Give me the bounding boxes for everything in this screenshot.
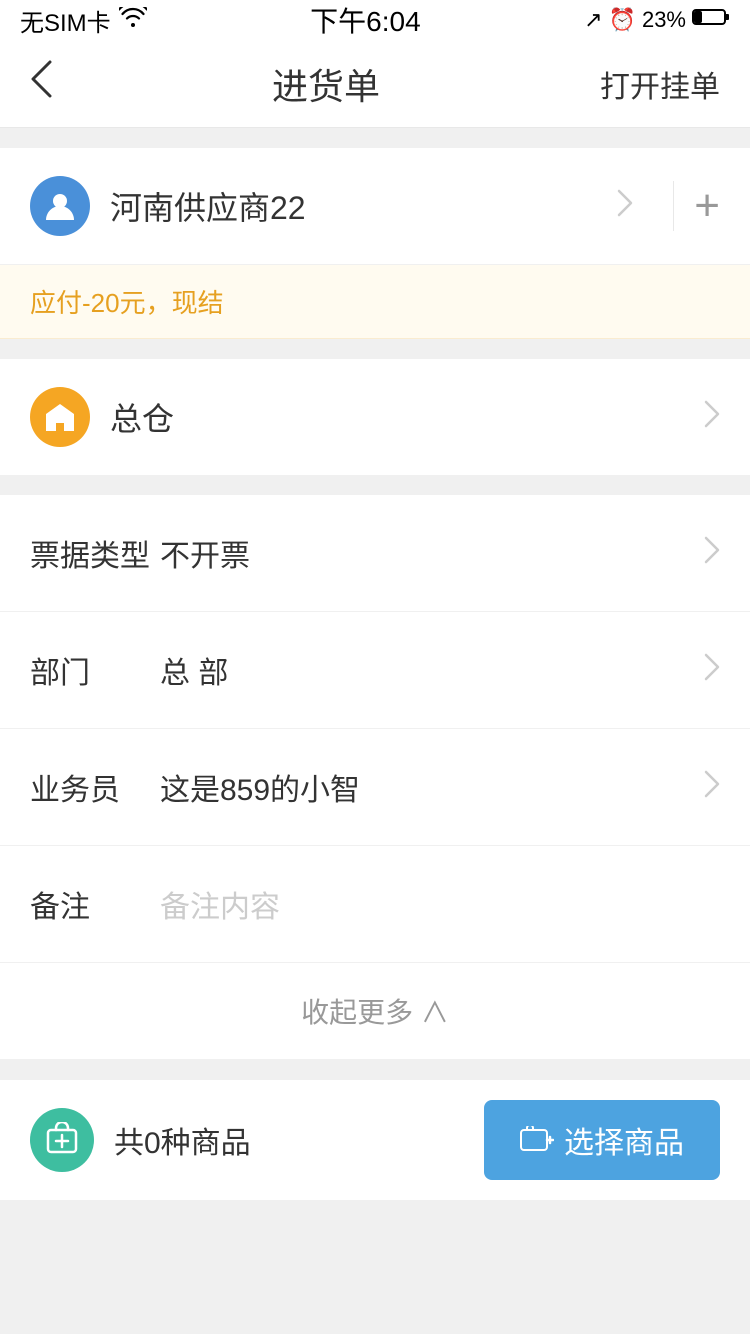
warehouse-row[interactable]: 总仓 (0, 359, 750, 475)
department-row[interactable]: 部门 总 部 (0, 612, 750, 729)
remark-label: 备注 (30, 882, 160, 926)
warehouse-name: 总仓 (110, 394, 704, 440)
warehouse-section: 总仓 (0, 359, 750, 475)
supplier-section: 河南供应商22 + 应付-20元，现结 (0, 148, 750, 339)
sales-row[interactable]: 业务员 这是859的小智 (0, 729, 750, 846)
warehouse-icon (30, 387, 90, 447)
status-bar: 无SIM卡 下午6:04 ↗ ⏰ 23% (0, 0, 750, 40)
invoice-label: 票据类型 (30, 531, 160, 575)
department-value: 总 部 (160, 648, 704, 692)
remark-row[interactable]: 备注 备注内容 (0, 846, 750, 962)
supplier-name: 河南供应商22 (110, 183, 617, 229)
section-gap-2 (0, 339, 750, 359)
sales-label: 业务员 (30, 765, 160, 809)
select-product-button[interactable]: 选择商品 (484, 1100, 720, 1180)
bottom-bar: 共0种商品 选择商品 (0, 1079, 750, 1200)
section-gap-1 (0, 128, 750, 148)
form-section: 票据类型 不开票 部门 总 部 业务员 这是859的小智 备注 备注内容 (0, 495, 750, 962)
alarm-icon: ⏰ (609, 7, 636, 33)
remark-input[interactable]: 备注内容 (160, 882, 720, 926)
battery-label: 23% (642, 7, 686, 33)
nav-bar: 进货单 打开挂单 (0, 40, 750, 128)
warehouse-chevron-icon (704, 400, 720, 435)
add-supplier-button[interactable]: + (694, 184, 720, 228)
invoice-row[interactable]: 票据类型 不开票 (0, 495, 750, 612)
product-icon (30, 1108, 94, 1172)
status-right: ↗ ⏰ 23% (584, 7, 730, 33)
page-title: 进货单 (272, 58, 380, 110)
battery-icon (692, 7, 730, 33)
collapse-button[interactable]: 收起更多 ∧ (0, 962, 750, 1059)
invoice-value: 不开票 (160, 531, 704, 575)
sales-value: 这是859的小智 (160, 765, 704, 809)
section-gap-4 (0, 1059, 750, 1079)
select-product-label: 选择商品 (564, 1118, 684, 1162)
status-time: 下午6:04 (310, 0, 421, 40)
status-left: 无SIM卡 (20, 3, 147, 38)
supplier-avatar (30, 176, 90, 236)
invoice-chevron-icon (704, 536, 720, 571)
department-label: 部门 (30, 648, 160, 692)
product-count-label: 共0种商品 (114, 1118, 484, 1162)
wifi-icon (119, 6, 147, 34)
notice-bar: 应付-20元，现结 (0, 265, 750, 339)
location-icon: ↗ (584, 7, 602, 33)
sales-chevron-icon (704, 770, 720, 805)
carrier-label: 无SIM卡 (20, 3, 111, 38)
department-chevron-icon (704, 653, 720, 688)
open-pending-button[interactable]: 打开挂单 (600, 62, 720, 106)
supplier-chevron-icon (617, 189, 633, 224)
notice-text: 应付-20元，现结 (30, 288, 224, 318)
back-button[interactable] (30, 60, 52, 107)
section-gap-3 (0, 475, 750, 495)
supplier-row[interactable]: 河南供应商22 + (0, 148, 750, 265)
supplier-divider (673, 181, 674, 231)
